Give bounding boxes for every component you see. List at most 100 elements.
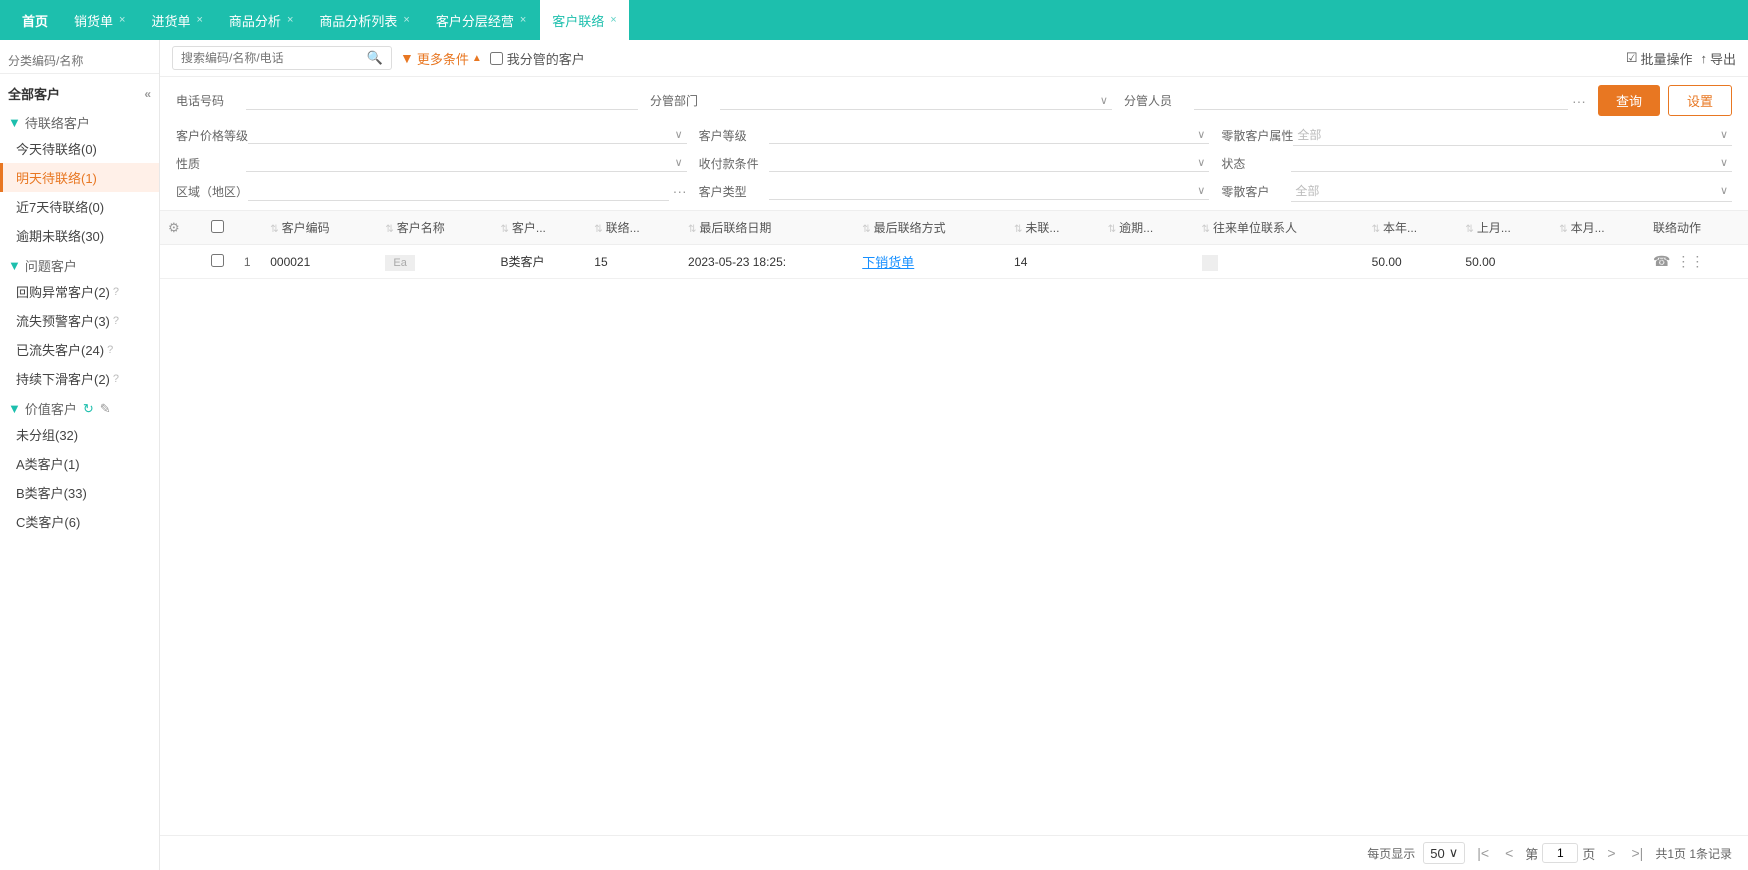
my-customers-checkbox[interactable] xyxy=(490,52,503,65)
question-icon-3[interactable]: ? xyxy=(113,373,119,385)
settings-col-header[interactable]: ⚙ xyxy=(160,211,202,245)
retail-attr-select[interactable]: 全部 ∨ xyxy=(1293,124,1732,146)
customer-type-select[interactable]: ∨ xyxy=(769,182,1210,200)
nav-tab-customer-contact[interactable]: 客户联络 × xyxy=(540,0,628,40)
code-col-header[interactable]: 客户编码 xyxy=(262,211,377,245)
filter-phone: 电话号码 xyxy=(176,91,638,110)
filter-status: 状态 ∨ xyxy=(1221,154,1732,172)
refresh-icon[interactable]: ↻ xyxy=(83,401,94,417)
nav-tab-analysis-list[interactable]: 商品分析列表 × xyxy=(307,0,421,40)
sidebar-item-abnormal-repurchase[interactable]: 回购异常客户(2) ? xyxy=(0,277,159,306)
per-page-select[interactable]: 50 ∨ xyxy=(1423,842,1465,864)
query-button[interactable]: 查询 xyxy=(1598,85,1660,116)
type-col-header[interactable]: 客户... xyxy=(493,211,587,245)
payment-arrow: ∨ xyxy=(1197,156,1205,169)
sidebar-item-7day-contact[interactable]: 近7天待联络(0) xyxy=(0,192,159,221)
sidebar-item-churned[interactable]: 已流失客户(24) ? xyxy=(0,335,159,364)
export-icon: ↑ xyxy=(1700,51,1707,66)
more-conditions-btn[interactable]: ▼ 更多条件 ▲ xyxy=(400,49,482,68)
sidebar-item-declining[interactable]: 持续下滑客户(2) ? xyxy=(0,364,159,393)
last-contact-method-col-header[interactable]: 最后联络方式 xyxy=(854,211,1006,245)
next-page-btn[interactable]: > xyxy=(1603,843,1619,863)
question-icon-0[interactable]: ? xyxy=(113,286,119,298)
sidebar-item-class-c[interactable]: C类客户(6) xyxy=(0,507,159,536)
row-checkbox[interactable] xyxy=(211,254,224,267)
more-action-icon[interactable]: ⋮⋮ xyxy=(1676,253,1704,270)
search-wrap: 🔍 xyxy=(172,46,392,70)
sidebar-search-input[interactable] xyxy=(8,54,160,68)
nav-tab-analysis[interactable]: 商品分析 × xyxy=(217,0,305,40)
nav-tab-purchase[interactable]: 进货单 × xyxy=(139,0,214,40)
sidebar-item-ungrouped[interactable]: 未分组(32) xyxy=(0,420,159,449)
filter-customer-level: 客户等级 ∨ xyxy=(699,126,1210,144)
sidebar-item-class-b[interactable]: B类客户(33) xyxy=(0,478,159,507)
last-page-btn[interactable]: >| xyxy=(1628,843,1648,863)
row-last-contact-date-cell: 2023-05-23 18:25: xyxy=(680,245,854,279)
overdue-col-header[interactable]: 逾期... xyxy=(1100,211,1194,245)
close-customer-tier-tab[interactable]: × xyxy=(520,14,526,26)
sidebar-item-today-contact[interactable]: 今天待联络(0) xyxy=(0,134,159,163)
row-name-cell: Ea xyxy=(377,245,492,279)
phone-input[interactable] xyxy=(246,91,638,110)
batch-op-btn[interactable]: ☑ 批量操作 xyxy=(1626,49,1693,68)
all-customers-section[interactable]: 全部客户 « xyxy=(0,80,159,107)
this-month-col-header[interactable]: 本月... xyxy=(1551,211,1645,245)
top-nav: 首页 销货单 × 进货单 × 商品分析 × 商品分析列表 × 客户分层经营 × … xyxy=(0,0,1748,40)
no-contact-col-header[interactable]: 未联... xyxy=(1006,211,1100,245)
search-input[interactable] xyxy=(181,51,367,65)
reset-button[interactable]: 设置 xyxy=(1668,85,1732,116)
sidebar-item-tomorrow-contact[interactable]: 明天待联络(1) xyxy=(0,163,159,192)
sidebar-item-churn-warning[interactable]: 流失预警客户(3) ? xyxy=(0,306,159,335)
name-col-header[interactable]: 客户名称 xyxy=(377,211,492,245)
first-page-btn[interactable]: |< xyxy=(1473,843,1493,863)
edit-icon[interactable]: ✎ xyxy=(100,401,111,417)
filter-row-1: 电话号码 分管部门 ∨ 分管人员 ··· 查询 设置 xyxy=(176,85,1732,116)
region-dots[interactable]: ··· xyxy=(673,183,687,199)
nature-select[interactable]: ∨ xyxy=(246,154,687,172)
customer-level-select[interactable]: ∨ xyxy=(769,126,1210,144)
close-analysis-list-tab[interactable]: × xyxy=(403,14,409,26)
status-select[interactable]: ∨ xyxy=(1291,154,1732,172)
payment-select[interactable]: ∨ xyxy=(769,154,1210,172)
select-all-checkbox[interactable] xyxy=(211,220,224,233)
prev-page-btn[interactable]: < xyxy=(1501,843,1517,863)
unit-contact-col-header[interactable]: 往来单位联系人 xyxy=(1194,211,1364,245)
person-dots[interactable]: ··· xyxy=(1572,93,1586,109)
price-level-select[interactable]: ∨ xyxy=(248,126,687,144)
last-contact-date-col-header[interactable]: 最后联络日期 xyxy=(680,211,854,245)
sidebar-item-class-a[interactable]: A类客户(1) xyxy=(0,449,159,478)
sidebar-item-overdue-contact[interactable]: 逾期未联络(30) xyxy=(0,221,159,250)
row-checkbox-cell xyxy=(202,245,232,279)
page-input[interactable] xyxy=(1542,843,1578,863)
contact-action-icon[interactable]: ☎ xyxy=(1653,253,1670,270)
question-icon-1[interactable]: ? xyxy=(113,315,119,327)
filter-quick-actions: 查询 设置 xyxy=(1598,85,1732,116)
nav-tab-customer-tier[interactable]: 客户分层经营 × xyxy=(424,0,538,40)
close-sales-tab[interactable]: × xyxy=(119,14,125,26)
export-btn[interactable]: ↑ 导出 xyxy=(1700,49,1736,68)
row-overdue-cell xyxy=(1100,245,1194,279)
close-customer-contact-tab[interactable]: × xyxy=(610,14,616,26)
contact-col-header[interactable]: 联络... xyxy=(586,211,680,245)
content-area: 🔍 ▼ 更多条件 ▲ 我分管的客户 ☑ 批量操作 ↑ 导出 xyxy=(160,40,1748,870)
person-input[interactable] xyxy=(1194,91,1568,110)
chevron-up-icon: ▲ xyxy=(472,53,482,64)
filter-payment: 收付款条件 ∨ xyxy=(699,154,1210,172)
close-purchase-tab[interactable]: × xyxy=(196,14,202,26)
question-icon-2[interactable]: ? xyxy=(107,344,113,356)
close-analysis-tab[interactable]: × xyxy=(287,14,293,26)
nav-home[interactable]: 首页 xyxy=(10,0,60,40)
settings-icon[interactable]: ⚙ xyxy=(168,220,180,235)
dept-select[interactable]: ∨ xyxy=(720,92,1112,110)
filter-row-2: 客户价格等级 ∨ 客户等级 ∨ 零散客户属性 全部 xyxy=(176,124,1732,146)
this-year-col-header[interactable]: 本年... xyxy=(1364,211,1458,245)
nav-tab-sales[interactable]: 销货单 × xyxy=(62,0,137,40)
last-month-col-header[interactable]: 上月... xyxy=(1457,211,1551,245)
retail-customer-select[interactable]: 全部 ∨ xyxy=(1291,180,1732,202)
row-type-cell: B类客户 xyxy=(493,245,587,279)
search-button[interactable]: 🔍 xyxy=(367,50,383,66)
row-last-contact-method-cell[interactable]: 下销货单 xyxy=(854,245,1006,279)
my-customers-checkbox-wrap[interactable]: 我分管的客户 xyxy=(490,49,585,68)
filter-retail-customer: 零散客户 全部 ∨ xyxy=(1221,180,1732,202)
region-input[interactable] xyxy=(248,182,669,201)
